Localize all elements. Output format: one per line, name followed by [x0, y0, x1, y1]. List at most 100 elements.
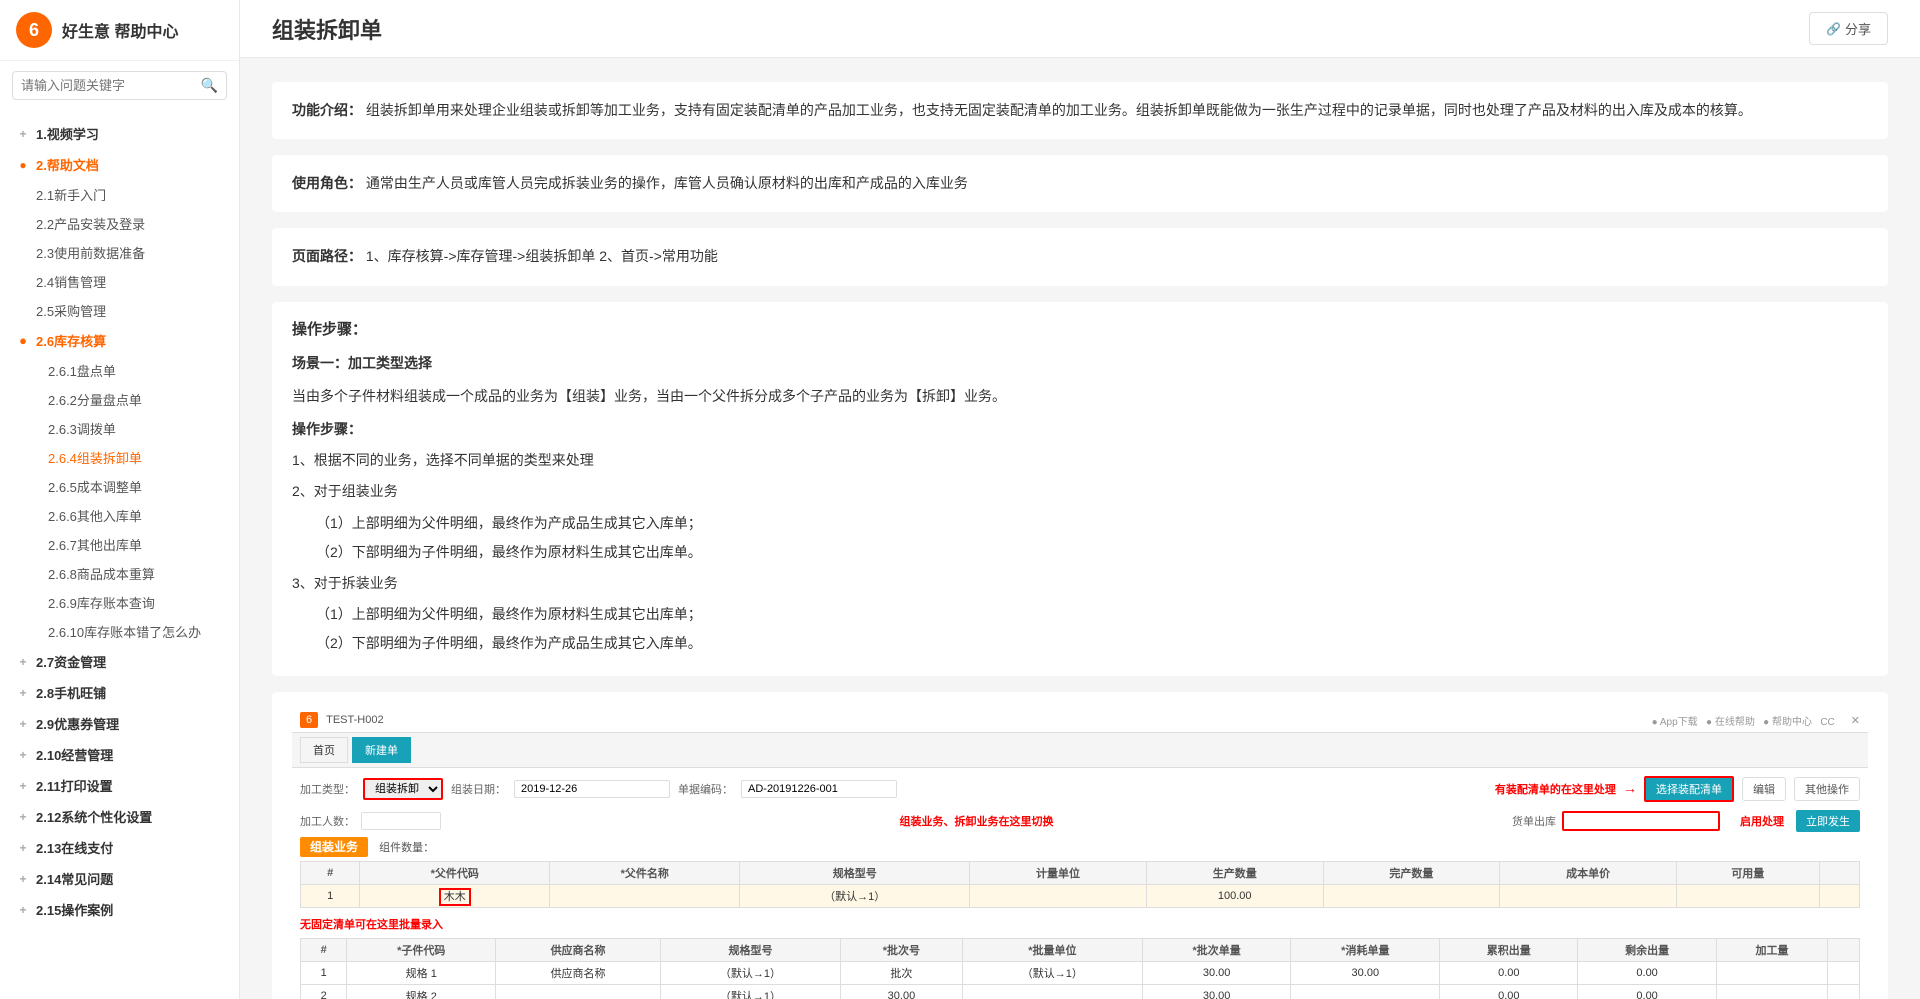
col-batch-qty: *批次单量	[1142, 939, 1291, 962]
ops-section: 操作步骤： 场景一：加工类型选择 当由多个子件材料组装成一个成品的业务为【组装】…	[272, 302, 1888, 677]
screen-save-btn[interactable]: 其他操作	[1794, 777, 1860, 801]
screen-type-wrapper: 组装拆卸	[363, 778, 443, 800]
parent-table-header: # *父件代码 *父件名称 规格型号 计量单位 生产数量 完产数量 成本单价 可…	[301, 862, 1860, 885]
sidebar-item-assembly[interactable]: 2.6.4组装拆卸单	[0, 443, 239, 472]
sidebar-item-finance[interactable]: + 2.7资金管理	[0, 646, 239, 677]
sidebar-item-stock-book[interactable]: 2.6.9库存账本查询	[0, 588, 239, 617]
sidebar-item-sales[interactable]: 2.4销售管理	[0, 267, 239, 296]
screen-tab-home[interactable]: 首页	[300, 737, 348, 763]
sidebar-item-print[interactable]: + 2.11打印设置	[0, 770, 239, 801]
search-icon[interactable]: 🔍	[201, 77, 218, 94]
main-content: 组装拆卸单 🔗 分享 功能介绍： 组装拆卸单用来处理企业组装或拆卸等加工业务，支…	[240, 0, 1920, 999]
cell-child-code-1: 规格 1	[347, 962, 496, 985]
screen-toolbar: 加工类型： 组装拆卸 组装日期： 单据编码： 有装	[300, 776, 1860, 802]
cell-batch-no-1: 批次	[840, 962, 962, 985]
collapse-inventory-icon: ●	[16, 334, 30, 348]
sidebar-item-other-outbound[interactable]: 2.6.7其他出库单	[0, 530, 239, 559]
share-icon: 🔗	[1826, 22, 1841, 36]
col-actions	[1819, 862, 1859, 885]
sidebar-item-purchase[interactable]: 2.5采购管理	[0, 296, 239, 325]
col-idx: #	[301, 939, 347, 962]
col-order: #	[301, 862, 360, 885]
sidebar-item-cases[interactable]: + 2.15操作案例	[0, 894, 239, 925]
role-text: 通常由生产人员或库管人员完成拆装业务的操作，库管人员确认原材料的出库和产成品的入…	[366, 175, 968, 191]
screen-warehouse-input[interactable]	[1562, 811, 1720, 831]
screen-date-input[interactable]	[514, 780, 670, 798]
sidebar-item-cost-adjust[interactable]: 2.6.5成本调整单	[0, 472, 239, 501]
annotation1-label: 有装配清单的在这里处理	[1495, 784, 1616, 796]
cell-cost-unit	[1500, 885, 1677, 908]
screen-confirm-btn[interactable]: 立即发生	[1796, 810, 1860, 832]
sidebar-item-coupon[interactable]: + 2.9优惠券管理	[0, 708, 239, 739]
sidebar-item-video[interactable]: + 1.视频学习	[0, 118, 239, 149]
sidebar-item-inventory-check[interactable]: 2.6.1盘点单	[0, 356, 239, 385]
expand-icon: +	[16, 127, 30, 141]
expand-ops-icon: +	[16, 748, 30, 762]
sidebar-item-inventory[interactable]: ● 2.6库存核算	[0, 325, 239, 356]
count-label: 组件数量：	[379, 842, 434, 854]
sidebar-item-stock-error[interactable]: 2.6.10库存账本错了怎么办	[0, 617, 239, 646]
cell-complete-qty	[1323, 885, 1500, 908]
intro-text: 组装拆卸单用来处理企业组装或拆卸等加工业务，支持有固定装配清单的产品加工业务，也…	[366, 102, 1752, 118]
expand-faq-icon: +	[16, 872, 30, 886]
cell-child-spec-2: （默认→1）	[661, 985, 841, 999]
screen-tab-new[interactable]: 新建单	[352, 737, 411, 763]
col-batch-no: *批次号	[840, 939, 962, 962]
path-label: 页面路径：	[292, 248, 362, 264]
intro-label: 功能介绍：	[292, 102, 362, 118]
sidebar-item-partial-check[interactable]: 2.6.2分量盘点单	[0, 385, 239, 414]
step2-sub1: （1）上部明细为父件明细，最终作为产成品生成其它入库单；	[316, 511, 1868, 536]
col-prod-qty: 生产数量	[1146, 862, 1323, 885]
sidebar-item-beginner[interactable]: 2.1新手入门	[0, 180, 239, 209]
annotation4-wrapper: 无固定清单可在这里批量录入	[300, 916, 1860, 932]
sidebar-item-cost-recalc[interactable]: 2.6.8商品成本重算	[0, 559, 239, 588]
screen-tabs: 首页 新建单	[300, 737, 411, 763]
expand-coupon-icon: +	[16, 717, 30, 731]
cell-spec: （默认→1）	[740, 885, 970, 908]
screen-code-input[interactable]	[741, 780, 897, 798]
expand-print-icon: +	[16, 779, 30, 793]
col-complete-qty: 完产数量	[1323, 862, 1500, 885]
sidebar-item-payment[interactable]: + 2.13在线支付	[0, 832, 239, 863]
search-input[interactable]	[21, 78, 201, 93]
col-parent-name: *父件名称	[550, 862, 740, 885]
screen-close-icon[interactable]: ✕	[1851, 714, 1860, 727]
sidebar-item-mobile[interactable]: + 2.8手机旺铺	[0, 677, 239, 708]
select-bom-button[interactable]: 选择装配清单	[1644, 776, 1734, 802]
sidebar-item-system[interactable]: + 2.12系统个性化设置	[0, 801, 239, 832]
page-title: 组装拆卸单	[272, 13, 382, 45]
screen-title: TEST-H002	[326, 714, 383, 726]
cell-batch-no-2: 30.00	[840, 985, 962, 999]
cell-child-code-2: 规格 2	[347, 985, 496, 999]
parent-code-highlight: 木木	[439, 888, 471, 906]
content-body: 功能介绍： 组装拆卸单用来处理企业组装或拆卸等加工业务，支持有固定装配清单的产品…	[240, 58, 1920, 999]
sidebar-item-other-inbound[interactable]: 2.6.6其他入库单	[0, 501, 239, 530]
sidebar-item-transfer[interactable]: 2.6.3调拨单	[0, 414, 239, 443]
screen-type-select[interactable]: 组装拆卸	[363, 778, 443, 800]
search-box[interactable]: 🔍	[12, 71, 227, 100]
sidebar-item-data-prep[interactable]: 2.3使用前数据准备	[0, 238, 239, 267]
sidebar-item-ops-mgmt[interactable]: + 2.10经营管理	[0, 739, 239, 770]
sidebar-item-faq[interactable]: + 2.14常见问题	[0, 863, 239, 894]
sidebar-item-help-docs[interactable]: ● 2.帮助文档	[0, 149, 239, 180]
cell-remain-out-1: 0.00	[1578, 962, 1716, 985]
child-table-header: # *子件代码 供应商名称 规格型号 *批次号 *批量单位 *批次单量 *消耗单…	[301, 939, 1860, 962]
step1: 1、根据不同的业务，选择不同单据的类型来处理	[292, 448, 1868, 473]
intro-block: 功能介绍： 组装拆卸单用来处理企业组装或拆卸等加工业务，支持有固定装配清单的产品…	[272, 82, 1888, 139]
col-consume-qty: *消耗单量	[1291, 939, 1440, 962]
annotation4-label: 无固定清单可在这里批量录入	[300, 919, 443, 931]
cell-process-qty-1	[1716, 962, 1828, 985]
annotation2-wrapper: 组装业务、拆卸业务在这里切换	[900, 813, 1054, 829]
screen-edit-btn[interactable]: 编辑	[1742, 777, 1786, 801]
warehouse-wrapper: 货单出库	[1512, 811, 1720, 831]
share-button[interactable]: 🔗 分享	[1809, 12, 1888, 45]
annotation2-label: 组装业务、拆卸业务在这里切换	[900, 816, 1054, 828]
cell-supplier-1: 供应商名称	[496, 962, 661, 985]
col-parent-code: *父件代码	[360, 862, 550, 885]
screen-navbar: 首页 新建单	[292, 733, 1868, 768]
app-title: 好生意 帮助中心	[62, 18, 178, 42]
cell-available	[1677, 885, 1820, 908]
screen-people-input[interactable]	[361, 812, 441, 830]
parent-table: # *父件代码 *父件名称 规格型号 计量单位 生产数量 完产数量 成本单价 可…	[300, 861, 1860, 908]
sidebar-item-install[interactable]: 2.2产品安装及登录	[0, 209, 239, 238]
